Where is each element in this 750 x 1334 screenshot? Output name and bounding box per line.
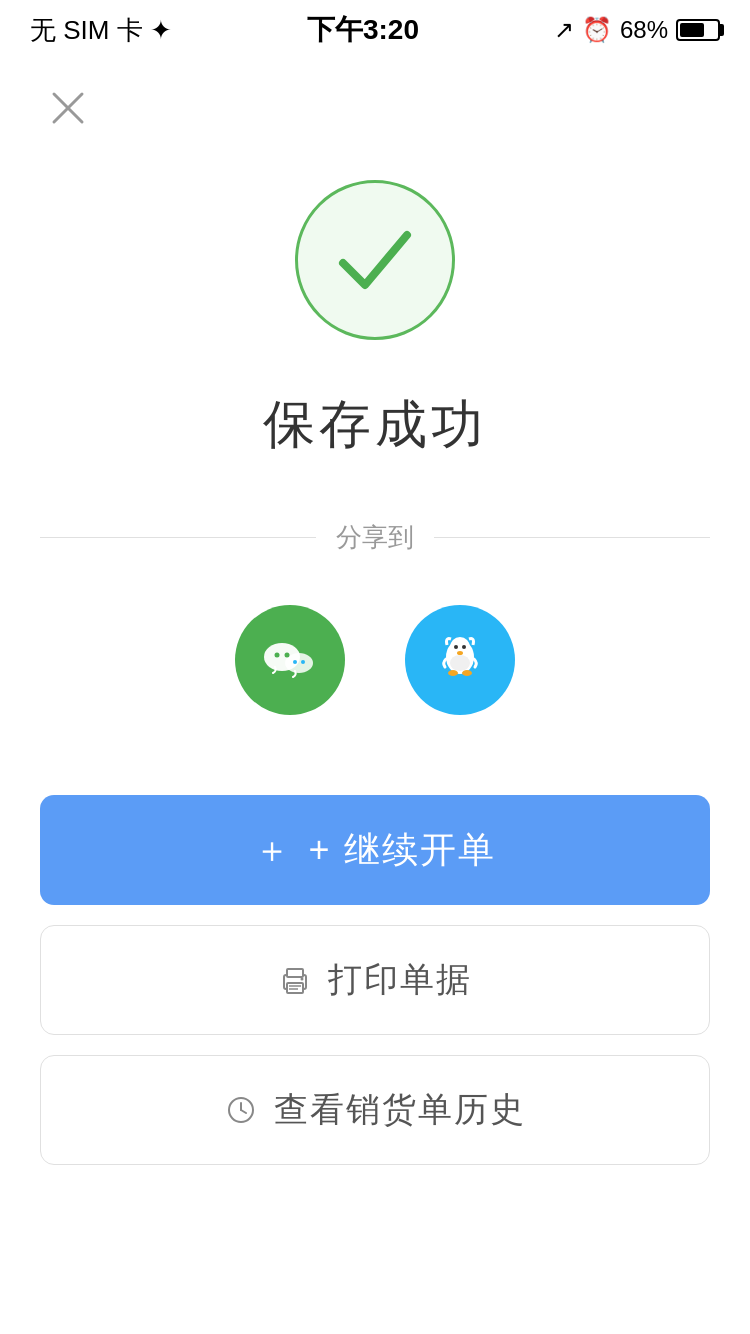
print-button[interactable]: 打印单据 xyxy=(40,925,710,1035)
sim-status: 无 SIM 卡 ✦ xyxy=(30,13,172,48)
close-button[interactable] xyxy=(40,80,96,140)
location-icon: ↗ xyxy=(554,16,574,44)
svg-point-21 xyxy=(301,978,304,981)
share-icons xyxy=(235,605,515,715)
svg-rect-18 xyxy=(287,983,303,993)
svg-point-14 xyxy=(448,670,458,676)
share-divider: 分享到 xyxy=(40,520,710,555)
success-circle xyxy=(295,180,455,340)
status-bar: 无 SIM 卡 ✦ 下午3:20 ↗ ⏰ 68% xyxy=(0,0,750,60)
history-icon xyxy=(224,1093,258,1127)
printer-icon xyxy=(278,963,312,997)
wechat-share-button[interactable] xyxy=(235,605,345,715)
main-content: 保存成功 分享到 xyxy=(0,60,750,1334)
battery-percent: 68% xyxy=(620,16,668,44)
history-label: 查看销货单历史 xyxy=(274,1087,526,1133)
success-title: 保存成功 xyxy=(263,390,487,460)
status-time: 下午3:20 xyxy=(307,11,419,49)
divider-label: 分享到 xyxy=(336,520,414,555)
status-right: ↗ ⏰ 68% xyxy=(554,16,720,44)
status-left: 无 SIM 卡 ✦ xyxy=(30,13,172,48)
svg-point-11 xyxy=(462,645,466,649)
svg-point-13 xyxy=(450,655,470,671)
svg-point-10 xyxy=(454,645,458,649)
svg-point-15 xyxy=(462,670,472,676)
qq-share-button[interactable] xyxy=(405,605,515,715)
svg-point-6 xyxy=(293,660,297,664)
alarm-icon: ⏰ xyxy=(582,16,612,44)
print-label: 打印单据 xyxy=(328,957,472,1003)
svg-point-4 xyxy=(275,653,280,658)
svg-point-12 xyxy=(457,651,463,655)
close-icon xyxy=(50,90,86,126)
svg-point-7 xyxy=(301,660,305,664)
history-button[interactable]: 查看销货单历史 xyxy=(40,1055,710,1165)
qq-icon xyxy=(427,627,493,693)
continue-order-button[interactable]: ＋ + 继续开单 xyxy=(40,795,710,905)
svg-line-24 xyxy=(241,1110,246,1113)
wechat-icon xyxy=(257,627,323,693)
checkmark-icon xyxy=(335,225,415,295)
plus-icon: ＋ xyxy=(254,826,292,875)
divider-right xyxy=(434,537,710,538)
svg-point-5 xyxy=(285,653,290,658)
action-buttons: ＋ + 继续开单 打印单据 查看销货单历史 xyxy=(40,795,710,1165)
continue-order-label: + 继续开单 xyxy=(308,826,495,875)
svg-rect-17 xyxy=(287,969,303,977)
battery-icon xyxy=(676,19,720,41)
divider-left xyxy=(40,537,316,538)
